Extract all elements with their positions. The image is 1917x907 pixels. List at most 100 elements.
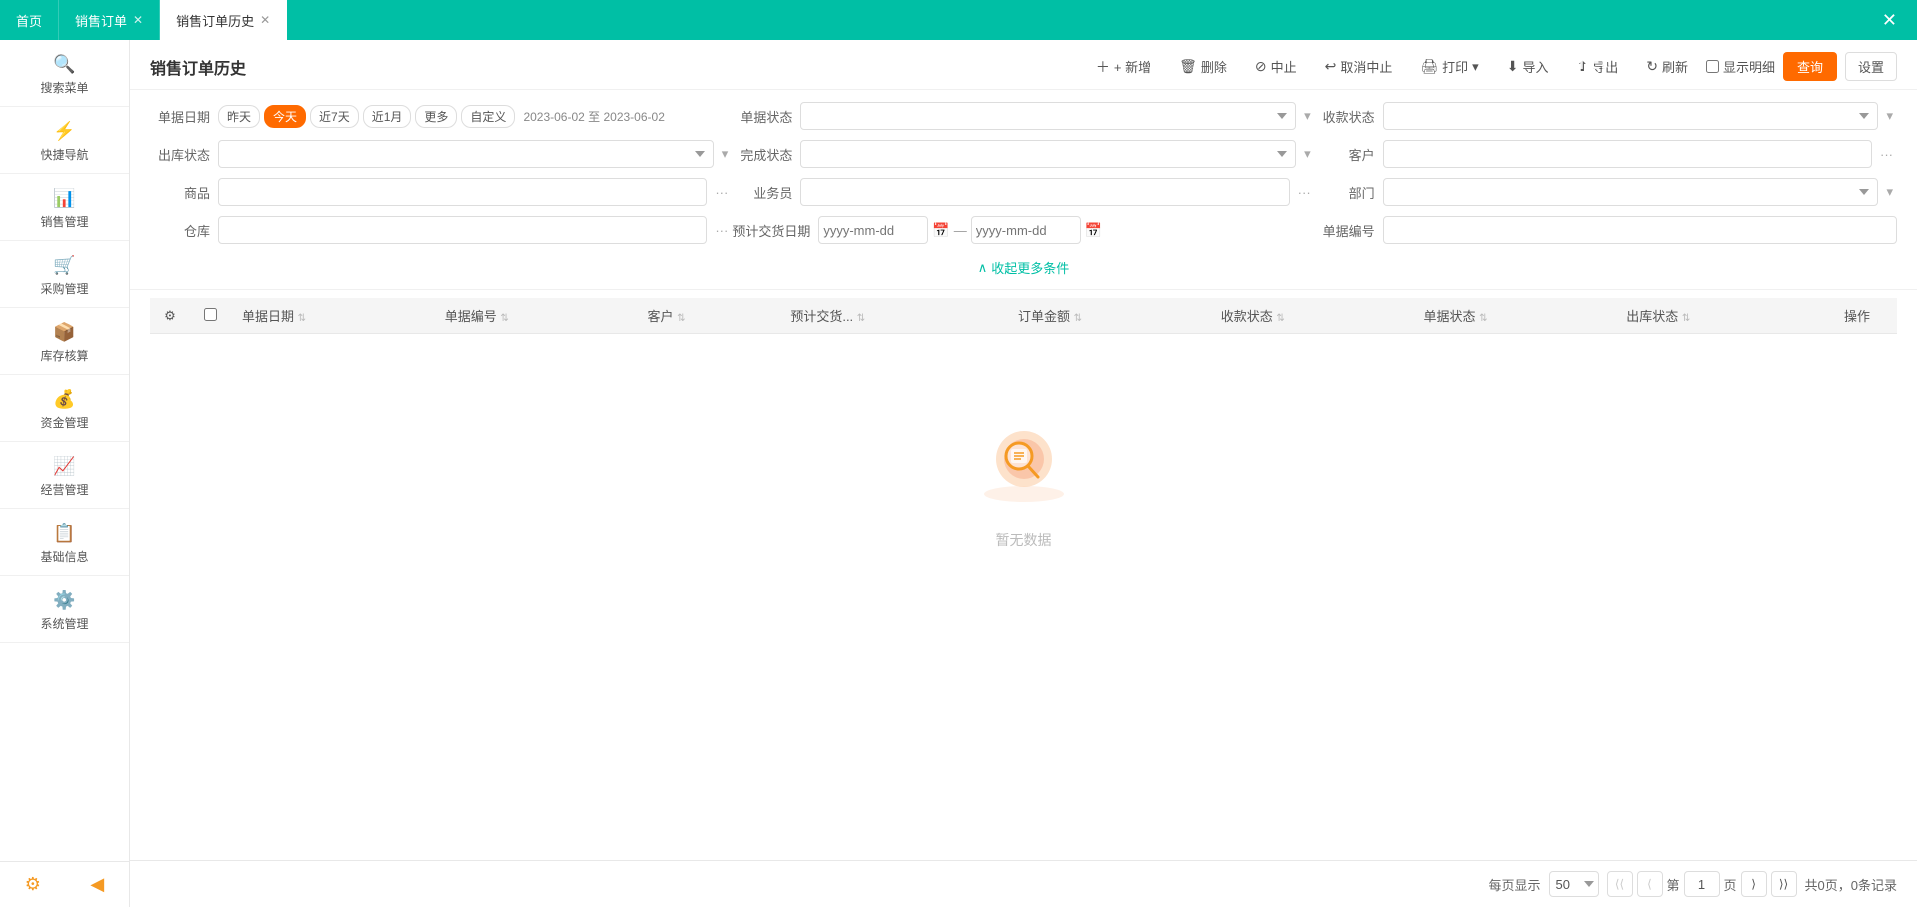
export-button[interactable]: ⬆ 导出: [1566, 53, 1628, 80]
sidebar: 🔍 搜索菜单 ⚡ 快捷导航 📊 销售管理 🛒 采购管理 📦 库存核算 💰 资金管…: [0, 40, 130, 907]
page-title: 销售订单历史: [150, 55, 246, 79]
delete-button[interactable]: 🗑 删除: [1169, 53, 1237, 80]
pay-status-select[interactable]: [1383, 102, 1879, 130]
customer-ellipsis[interactable]: ···: [1876, 147, 1897, 162]
date-btn-custom[interactable]: 自定义: [461, 105, 515, 128]
sidebar-item-inventory-label: 库存核算: [40, 347, 88, 364]
filter-order-no: 单据编号: [1315, 216, 1897, 244]
first-page-button[interactable]: ⟨⟨: [1607, 871, 1633, 897]
refresh-label: 刷新: [1662, 57, 1688, 76]
top-bar: 首页 销售订单 ✕ 销售订单历史 ✕ OfTEn ✕: [0, 0, 1917, 40]
th-amount[interactable]: 订单金额 ⇅: [1006, 298, 1209, 334]
page-label: 第: [1667, 875, 1680, 894]
warehouse-ellipsis[interactable]: ···: [711, 223, 732, 238]
date-btn-today[interactable]: 今天: [264, 105, 306, 128]
sidebar-item-quicknav[interactable]: ⚡ 快捷导航: [0, 107, 129, 174]
prev-page-button[interactable]: ⟨: [1637, 871, 1663, 897]
product-input[interactable]: [218, 178, 707, 206]
th-settings[interactable]: ⚙: [150, 298, 190, 334]
th-pay-status[interactable]: 收款状态 ⇅: [1209, 298, 1412, 334]
warehouse-input[interactable]: [218, 216, 707, 244]
th-no[interactable]: 单据编号 ⇅: [433, 298, 636, 334]
window-close[interactable]: ✕: [1874, 10, 1905, 31]
customer-input[interactable]: [1383, 140, 1872, 168]
completion-select[interactable]: [800, 140, 1296, 168]
order-no-input[interactable]: [1383, 216, 1897, 244]
date-btn-7days[interactable]: 近7天: [310, 105, 359, 128]
display-toggle-checkbox[interactable]: [1706, 60, 1719, 73]
sidebar-item-quicknav-label: 快捷导航: [40, 146, 88, 163]
sidebar-item-basic[interactable]: 📋 基础信息: [0, 509, 129, 576]
department-label: 部门: [1315, 183, 1375, 202]
query-button[interactable]: 查询: [1783, 52, 1837, 81]
delivery-date-wrap: 📅 — 📅: [818, 216, 1314, 244]
order-status-select[interactable]: [800, 102, 1296, 130]
import-icon: ⬇: [1507, 58, 1519, 75]
th-date[interactable]: 单据日期 ⇅: [230, 298, 433, 334]
sidebar-item-inventory[interactable]: 📦 库存核算: [0, 308, 129, 375]
completion-chevron[interactable]: ▾: [1300, 146, 1315, 162]
print-icon: 🖨: [1420, 58, 1438, 75]
page-size-select[interactable]: 10 20 50 100: [1549, 871, 1599, 897]
tab-sales-history-close[interactable]: ✕: [260, 13, 270, 27]
th-delivery-status-label: 出库状态: [1626, 309, 1678, 324]
delivery-date-to[interactable]: [971, 216, 1081, 244]
order-status-chevron[interactable]: ▾: [1300, 108, 1315, 124]
print-button[interactable]: 🖨 打印 ▾: [1410, 53, 1488, 80]
quicknav-icon: ⚡: [53, 121, 75, 142]
display-toggle[interactable]: 显示明细: [1706, 57, 1775, 76]
th-delivery-date[interactable]: 预计交货... ⇅: [778, 298, 1006, 334]
th-customer[interactable]: 客户 ⇅: [635, 298, 778, 334]
date-btn-yesterday[interactable]: 昨天: [218, 105, 260, 128]
calendar-from-icon[interactable]: 📅: [932, 222, 949, 239]
tab-sales-order-close[interactable]: ✕: [133, 13, 143, 27]
date-btn-more[interactable]: 更多: [415, 105, 457, 128]
th-checkbox[interactable]: [190, 298, 230, 334]
refresh-button[interactable]: ↻ 刷新: [1636, 53, 1698, 80]
tab-sales-history[interactable]: 销售订单历史 ✕: [160, 0, 287, 40]
select-all-checkbox[interactable]: [204, 308, 217, 321]
product-ellipsis[interactable]: ···: [711, 185, 732, 200]
new-button[interactable]: ＋ + 新增: [1086, 53, 1161, 81]
sidebar-item-finance[interactable]: 💰 资金管理: [0, 375, 129, 442]
empty-state: 暂无数据: [150, 334, 1897, 590]
tab-home[interactable]: 首页: [0, 0, 59, 40]
collapse-bar[interactable]: ∧ 收起更多条件: [150, 254, 1897, 277]
settings-button[interactable]: 设置: [1845, 52, 1897, 81]
sidebar-item-system[interactable]: ⚙️ 系统管理: [0, 576, 129, 643]
salesman-ellipsis[interactable]: ···: [1294, 185, 1315, 200]
sidebar-item-purchase[interactable]: 🛒 采购管理: [0, 241, 129, 308]
sidebar-item-search[interactable]: 🔍 搜索菜单: [0, 40, 129, 107]
next-page-button[interactable]: ⟩: [1741, 871, 1767, 897]
collapse-sidebar-icon[interactable]: ◀: [90, 874, 104, 895]
th-order-status[interactable]: 单据状态 ⇅: [1411, 298, 1614, 334]
finance-icon: 💰: [53, 389, 75, 410]
page-input[interactable]: [1684, 871, 1720, 897]
purchase-icon: 🛒: [53, 255, 75, 276]
last-page-button[interactable]: ⟩⟩: [1771, 871, 1797, 897]
salesman-input[interactable]: [800, 178, 1289, 206]
print-chevron-icon[interactable]: ▾: [1472, 59, 1479, 75]
th-delivery-status[interactable]: 出库状态 ⇅: [1614, 298, 1817, 334]
import-button[interactable]: ⬇ 导入: [1497, 53, 1559, 80]
delivery-status-chevron[interactable]: ▾: [718, 146, 733, 162]
page-nav: ⟨⟨ ⟨ 第 页 ⟩ ⟩⟩: [1607, 871, 1797, 897]
order-no-value: [1383, 216, 1897, 244]
date-btn-1month[interactable]: 近1月: [363, 105, 412, 128]
department-select[interactable]: [1383, 178, 1879, 206]
cancel-stop-button[interactable]: ↩ 取消中止: [1315, 53, 1403, 80]
delivery-status-select[interactable]: [218, 140, 714, 168]
pay-status-chevron[interactable]: ▾: [1882, 108, 1897, 124]
collapse-label: 收起更多条件: [991, 258, 1069, 277]
department-chevron[interactable]: ▾: [1882, 184, 1897, 200]
settings-bottom-icon[interactable]: ⚙: [25, 874, 41, 895]
tab-sales-order[interactable]: 销售订单 ✕: [59, 0, 160, 40]
sidebar-item-operations[interactable]: 📈 经营管理: [0, 442, 129, 509]
calendar-to-icon[interactable]: 📅: [1085, 222, 1102, 239]
stop-button[interactable]: ⊘ 中止: [1245, 53, 1307, 80]
th-delivery-status-sort: ⇅: [1682, 313, 1690, 324]
delivery-date-from[interactable]: [818, 216, 928, 244]
sidebar-item-system-label: 系统管理: [40, 615, 88, 632]
tab-home-label: 首页: [16, 11, 42, 30]
sidebar-item-sales[interactable]: 📊 销售管理: [0, 174, 129, 241]
